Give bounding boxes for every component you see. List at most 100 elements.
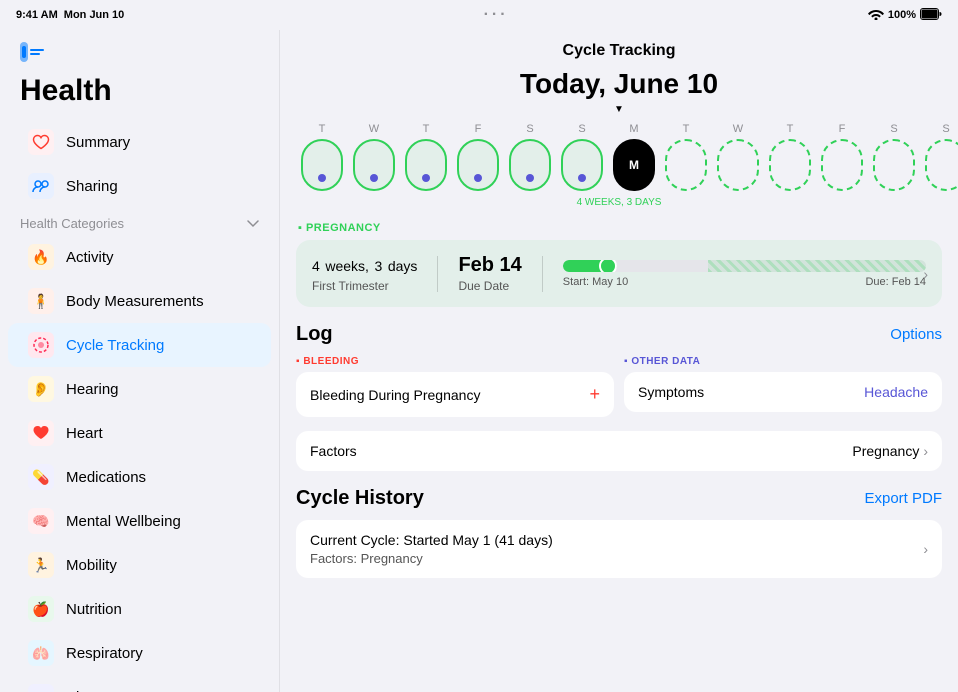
day-bubble xyxy=(665,139,707,191)
calendar-day[interactable]: MM xyxy=(608,123,660,191)
status-time: 9:41 AM xyxy=(16,9,58,21)
day-bubble xyxy=(353,139,395,191)
factors-row[interactable]: Factors Pregnancy › xyxy=(296,431,942,471)
sidebar-item-cycle-tracking[interactable]: Cycle Tracking xyxy=(8,323,271,367)
today-bubble: M xyxy=(613,139,655,191)
pregnancy-weeks-value: 4 weeks, 3 days xyxy=(312,254,417,277)
calendar-day[interactable]: S xyxy=(868,123,920,191)
history-title: Cycle History xyxy=(296,487,424,510)
calendar-day-label: W xyxy=(369,123,379,135)
sidebar-item-mental-wellbeing[interactable]: 🧠 Mental Wellbeing xyxy=(8,499,271,543)
calendar-day[interactable]: W xyxy=(712,123,764,191)
history-current-label: Current Cycle: Started May 1 (41 days) xyxy=(310,532,553,548)
log-options-button[interactable]: Options xyxy=(890,326,942,343)
main-content: Cycle Tracking Today, June 10 ▼ TWTFSSMM… xyxy=(280,30,958,692)
divider xyxy=(437,256,438,292)
cycle-dot xyxy=(422,174,430,182)
calendar-day-label: T xyxy=(319,123,326,135)
factors-value: Pregnancy xyxy=(852,443,919,459)
status-date: Mon Jun 10 xyxy=(64,9,125,21)
history-factors: Factors: Pregnancy xyxy=(310,551,553,566)
log-header: Log Options xyxy=(296,323,942,346)
cycle-dot xyxy=(578,174,586,182)
calendar-day[interactable]: T xyxy=(660,123,712,191)
calendar-day[interactable]: W xyxy=(348,123,400,191)
bleeding-badge: ▪ BLEEDING xyxy=(296,356,614,367)
day-bubble xyxy=(301,139,343,191)
day-bubble xyxy=(561,139,603,191)
calendar-day-label: S xyxy=(890,123,897,135)
app-title: Health xyxy=(0,70,279,120)
pregnancy-trimester: First Trimester xyxy=(312,279,417,293)
calendar-day[interactable]: S xyxy=(504,123,556,191)
pregnancy-due-date-stat: Feb 14 Due Date xyxy=(458,254,521,293)
sidebar-item-summary[interactable]: Summary xyxy=(8,120,271,164)
pregnancy-weeks-stat: 4 weeks, 3 days First Trimester xyxy=(312,254,417,293)
summary-label: Summary xyxy=(66,134,130,151)
calendar-day-label: W xyxy=(733,123,743,135)
day-bubble xyxy=(457,139,499,191)
history-card[interactable]: Current Cycle: Started May 1 (41 days) F… xyxy=(296,520,942,578)
log-section: Log Options ▪ BLEEDING Bleeding During P… xyxy=(280,313,958,477)
factors-chevron-icon: › xyxy=(923,443,928,459)
calendar-day[interactable]: F xyxy=(816,123,868,191)
sidebar-item-activity[interactable]: 🔥 Activity xyxy=(8,235,271,279)
calendar-day-label: F xyxy=(475,123,482,135)
battery-label: 100% xyxy=(888,9,916,21)
calendar-day-label: S xyxy=(526,123,533,135)
pregnancy-card-chevron: › xyxy=(923,266,928,282)
day-bubble xyxy=(821,139,863,191)
factors-label: Factors xyxy=(310,443,357,459)
pregnancy-due-date-label: Due Date xyxy=(458,279,521,293)
factors-right: Pregnancy › xyxy=(852,443,928,459)
export-pdf-button[interactable]: Export PDF xyxy=(864,490,942,507)
calendar-day[interactable]: S xyxy=(556,123,608,191)
history-row: Current Cycle: Started May 1 (41 days) F… xyxy=(310,532,928,566)
day-bubble xyxy=(769,139,811,191)
respiratory-icon: 🫁 xyxy=(28,640,54,666)
calendar-day[interactable]: T xyxy=(296,123,348,191)
medications-icon: 💊 xyxy=(28,464,54,490)
battery-icon xyxy=(920,8,942,23)
sidebar-item-sleep[interactable]: 🛏️ Sleep xyxy=(8,675,271,692)
symptoms-row[interactable]: Symptoms Headache xyxy=(624,372,942,412)
sidebar-item-nutrition[interactable]: 🍎 Nutrition xyxy=(8,587,271,631)
calendar-day[interactable]: T xyxy=(400,123,452,191)
sidebar-item-medications[interactable]: 💊 Medications xyxy=(8,455,271,499)
mobility-icon: 🏃 xyxy=(28,552,54,578)
pregnancy-card[interactable]: 4 weeks, 3 days First Trimester Feb 14 D… xyxy=(296,240,942,307)
cycle-dot xyxy=(370,174,378,182)
day-bubble xyxy=(405,139,447,191)
sidebar-header xyxy=(0,30,279,70)
sidebar-toggle-icon[interactable] xyxy=(20,42,48,62)
log-bleeding-col: ▪ BLEEDING Bleeding During Pregnancy + xyxy=(296,356,614,423)
wifi-icon xyxy=(868,8,884,23)
symptoms-label: Symptoms xyxy=(638,384,704,400)
calendar-day-label: T xyxy=(683,123,690,135)
calendar-day[interactable]: T xyxy=(764,123,816,191)
sleep-icon: 🛏️ xyxy=(28,684,54,692)
date-heading: Today, June 10 xyxy=(280,68,958,104)
progress-labels: Start: May 10 Due: Feb 14 xyxy=(563,276,926,288)
add-bleeding-button[interactable]: + xyxy=(589,384,600,405)
sidebar-item-heart[interactable]: Heart xyxy=(8,411,271,455)
history-chevron-icon: › xyxy=(923,541,928,557)
sidebar-item-mobility[interactable]: 🏃 Mobility xyxy=(8,543,271,587)
calendar-day[interactable]: S xyxy=(920,123,958,191)
sidebar-item-respiratory[interactable]: 🫁 Respiratory xyxy=(8,631,271,675)
other-data-badge: ▪ OTHER DATA xyxy=(624,356,942,367)
activity-icon: 🔥 xyxy=(28,244,54,270)
sidebar-item-sharing[interactable]: Sharing xyxy=(8,164,271,208)
bleeding-row[interactable]: Bleeding During Pregnancy + xyxy=(296,372,614,417)
history-header: Cycle History Export PDF xyxy=(296,487,942,510)
sidebar-item-body-measurements[interactable]: 🧍 Body Measurements xyxy=(8,279,271,323)
sidebar-item-hearing[interactable]: 👂 Hearing xyxy=(8,367,271,411)
status-bar: 9:41 AM Mon Jun 10 ··· 100% xyxy=(0,0,958,30)
calendar-day[interactable]: F xyxy=(452,123,504,191)
progress-bar-container xyxy=(563,260,926,272)
progress-end-label: Due: Feb 14 xyxy=(865,276,926,288)
pregnancy-due-date-value: Feb 14 xyxy=(458,254,521,277)
pregnancy-progress: Start: May 10 Due: Feb 14 xyxy=(563,260,926,288)
cycle-dot xyxy=(474,174,482,182)
calendar-day-label: S xyxy=(942,123,949,135)
